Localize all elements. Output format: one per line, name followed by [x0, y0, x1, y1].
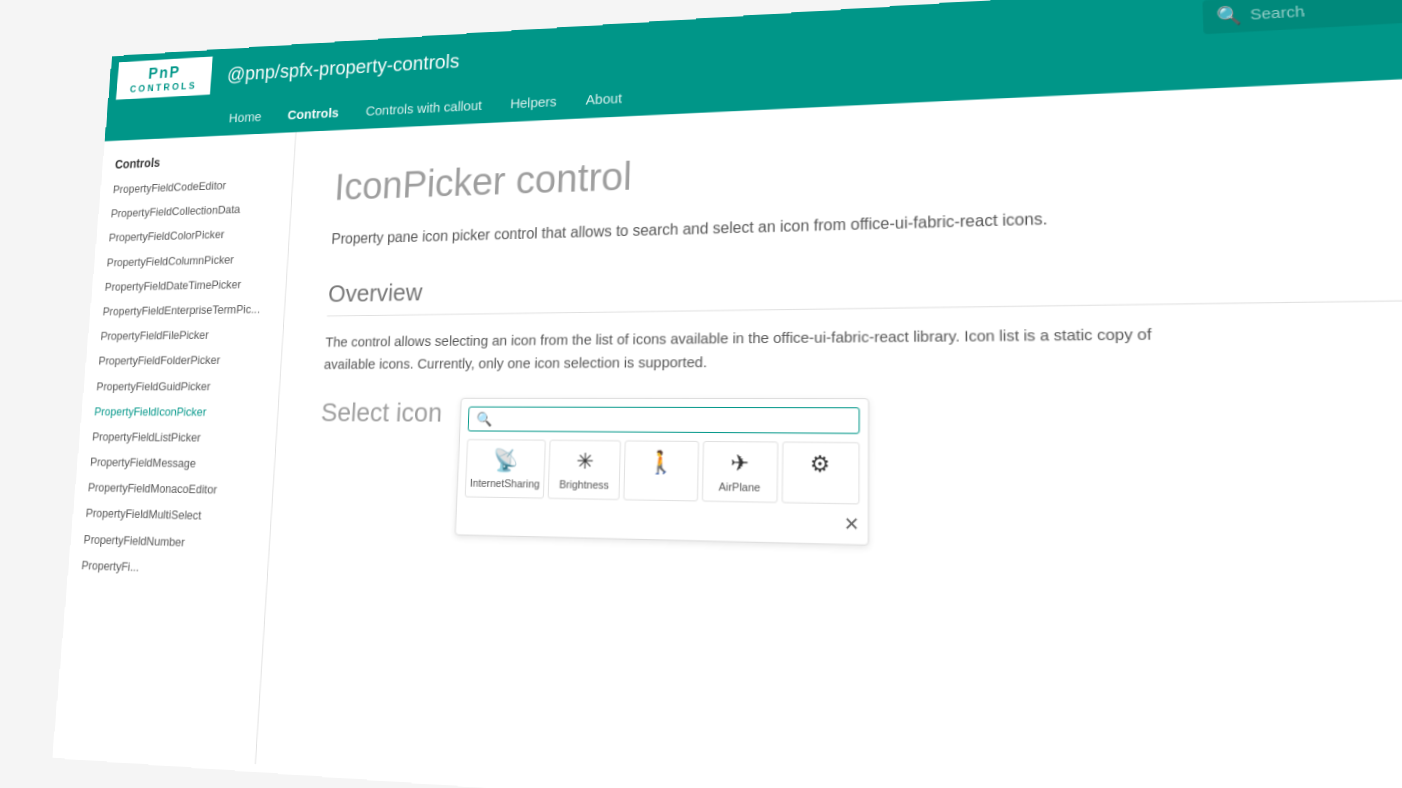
logo-controls: CONTROLS	[130, 80, 198, 94]
nav-item-about[interactable]: About	[571, 78, 638, 119]
logo-pnp: PnP	[148, 63, 181, 83]
icon-cell-settings[interactable]: ⚙	[781, 442, 859, 505]
logo-box: PnP CONTROLS	[116, 56, 213, 99]
page-description: Property pane icon picker control that a…	[331, 205, 1107, 251]
icon-picker-panel: 🔍 📡 InternetSharing ✳ Brightness	[455, 398, 869, 546]
airplane-icon: ✈	[731, 450, 749, 477]
sidebar-item-listpicker[interactable]: PropertyFieldListPicker	[78, 424, 276, 451]
icon-cell-airplane[interactable]: ✈ AirPlane	[701, 441, 778, 503]
icon-grid: 📡 InternetSharing ✳ Brightness 🚶 ✈	[465, 439, 860, 504]
main-layout: Controls PropertyFieldCodeEditor Propert…	[53, 76, 1402, 788]
internetsharing-icon: 📡	[493, 448, 519, 474]
search-box[interactable]: 🔍	[1202, 0, 1402, 34]
nav-item-helpers[interactable]: Helpers	[495, 82, 572, 123]
icon-cell-internetsharing[interactable]: 📡 InternetSharing	[465, 439, 546, 499]
settings-icon: ⚙	[810, 451, 831, 478]
sidebar-item-other[interactable]: PropertyFi...	[68, 552, 269, 585]
brightness-label: Brightness	[559, 478, 609, 491]
icon-picker-demo: Select icon 🔍 📡 InternetSharing ✳	[314, 398, 1402, 560]
internetsharing-label: InternetSharing	[470, 477, 540, 490]
brightness-icon: ✳	[576, 449, 594, 475]
sidebar-item-enterprisetermpicker[interactable]: PropertyFieldEnterpriseTermPic...	[89, 296, 285, 324]
content-area: IconPicker control Property pane icon pi…	[256, 76, 1402, 788]
search-icon: 🔍	[1216, 4, 1242, 27]
page-wrapper: PnP CONTROLS @pnp/spfx-property-controls…	[52, 0, 1402, 788]
page-title: IconPicker control	[333, 121, 1402, 210]
nav-item-controls[interactable]: Controls	[273, 94, 353, 134]
overview-title: Overview	[327, 258, 1402, 317]
icon-picker-label: Select icon	[320, 398, 442, 429]
icon-cell-brightness[interactable]: ✳ Brightness	[548, 440, 622, 500]
sidebar-item-message[interactable]: PropertyFieldMessage	[76, 450, 275, 478]
close-button[interactable]: ✕	[844, 513, 860, 536]
overview-text: The control allows selecting an icon fro…	[323, 321, 1224, 375]
sidebar-item-monacoeditor[interactable]: PropertyFieldMonacoEditor	[74, 475, 273, 505]
sidebar-item-iconpicker[interactable]: PropertyFieldIconPicker	[81, 399, 279, 425]
sidebar-item-datetimepicker[interactable]: PropertyFieldDateTimePicker	[91, 271, 286, 300]
sidebar: Controls PropertyFieldCodeEditor Propert…	[53, 132, 296, 764]
search-input[interactable]	[1250, 0, 1402, 23]
icon-cell-person[interactable]: 🚶	[624, 440, 699, 501]
sidebar-item-folderpicker[interactable]: PropertyFieldFolderPicker	[85, 347, 282, 374]
close-button-area: ✕	[463, 505, 859, 536]
airplane-label: AirPlane	[718, 481, 760, 494]
sidebar-item-guidpicker[interactable]: PropertyFieldGuidPicker	[83, 373, 280, 399]
icon-search-input[interactable]	[497, 411, 850, 428]
person-icon: 🚶	[648, 449, 675, 475]
icon-search-icon: 🔍	[476, 411, 492, 426]
sidebar-item-filepicker[interactable]: PropertyFieldFilePicker	[87, 322, 283, 349]
icon-search-box[interactable]: 🔍	[468, 406, 860, 434]
nav-item-home[interactable]: Home	[215, 98, 276, 136]
